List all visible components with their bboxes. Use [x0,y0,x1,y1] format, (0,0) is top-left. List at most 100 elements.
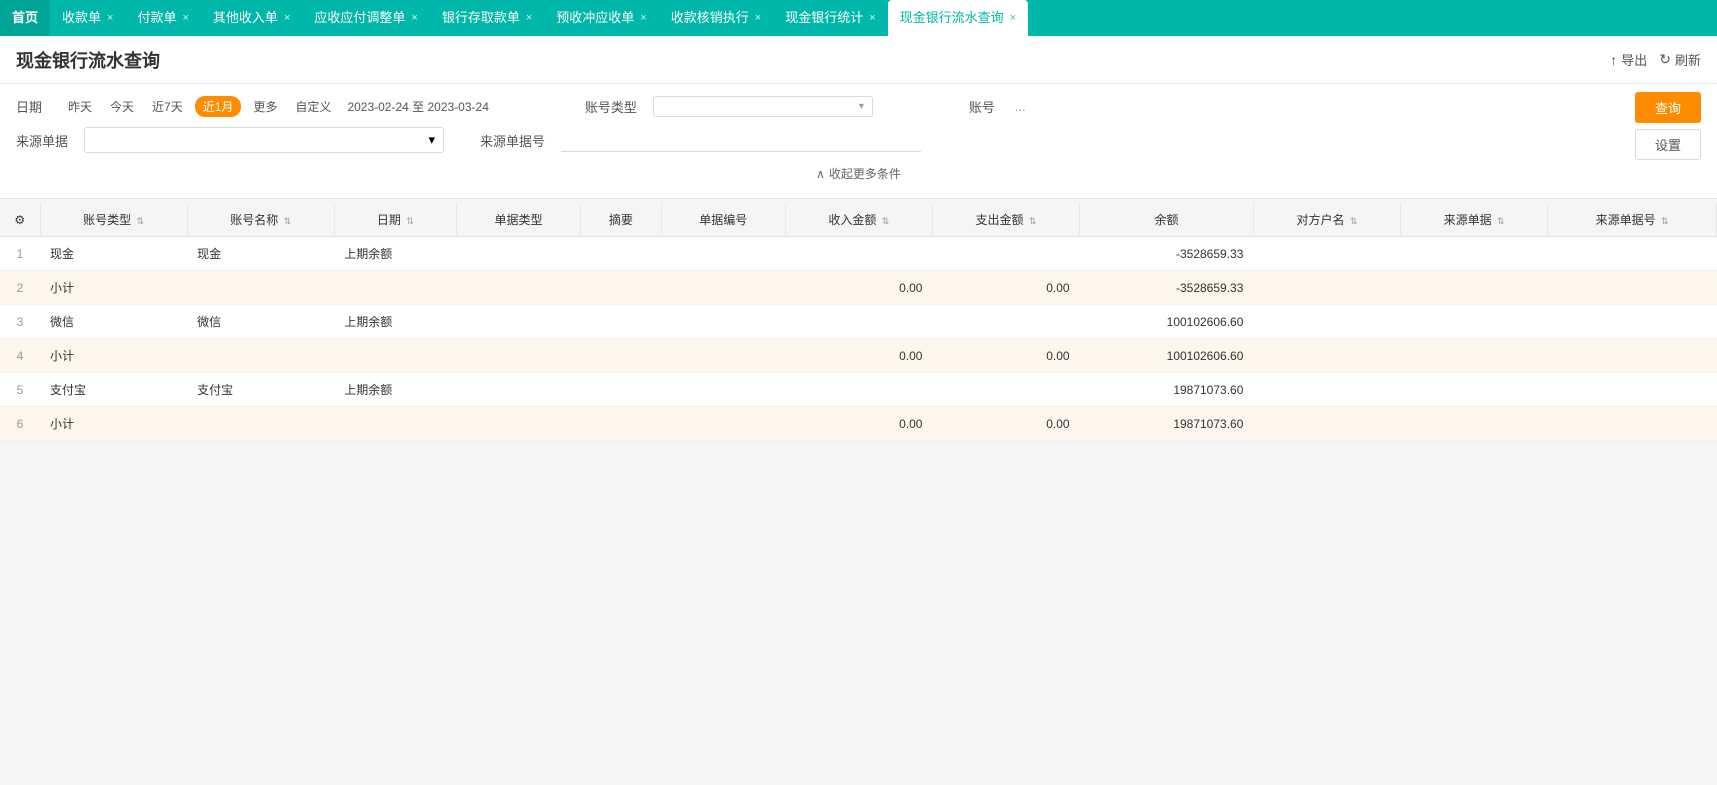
nav-bank-deposit[interactable]: 银行存取款单 × [430,0,544,36]
nav-other-income[interactable]: 其他收入单 × [201,0,302,36]
row-index: 6 [0,407,40,441]
source-doc-cell [1401,339,1548,373]
collapse-button[interactable]: ∧ 收起更多条件 [800,161,917,186]
table-row: 5支付宝支付宝上期余额19871073.60 [0,373,1717,407]
nav-bar: 首页 收款单 × 付款单 × 其他收入单 × 应收应付调整单 × 银行存取款单 … [0,0,1717,36]
summary-cell [580,237,661,271]
row-index: 2 [0,271,40,305]
nav-cash-flow[interactable]: 现金银行流水查询 × [888,0,1028,36]
nav-writeoff[interactable]: 收款核销执行 × [659,0,773,36]
date-cell [334,407,456,441]
col-gear[interactable]: ⚙ [0,203,40,237]
account-name-cell [187,339,334,373]
nav-home[interactable]: 首页 [0,0,50,36]
col-expense[interactable]: 支出金额 ⇅ [932,203,1079,237]
date-options: 昨天 今天 近7天 近1月 更多 自定义 2023-02-24 至 2023-0… [62,96,489,117]
summary-cell [580,271,661,305]
balance-cell: -3528659.33 [1080,237,1254,271]
counterparty-cell [1253,305,1400,339]
sort-icon: ⇅ [406,216,414,226]
source-doc-cell [1401,271,1548,305]
summary-cell [580,407,661,441]
col-source-doc[interactable]: 来源单据 ⇅ [1401,203,1548,237]
balance-cell: 19871073.60 [1080,407,1254,441]
col-income[interactable]: 收入金额 ⇅ [785,203,932,237]
expense-cell: 0.00 [932,407,1079,441]
close-icon[interactable]: × [869,0,875,36]
counterparty-cell [1253,407,1400,441]
sort-icon: ⇅ [136,216,144,226]
filter-row-2: 来源单据 ▾ 来源单据号 [16,127,1701,153]
income-cell [785,373,932,407]
account-more[interactable]: ... [1015,99,1026,114]
close-icon[interactable]: × [411,0,417,36]
nav-payment[interactable]: 付款单 × [125,0,200,36]
date-7days[interactable]: 近7天 [146,96,189,117]
col-date[interactable]: 日期 ⇅ [334,203,456,237]
header-actions: ↑ 导出 ↻ 刷新 [1610,50,1701,69]
close-icon[interactable]: × [640,0,646,36]
source-doc-select[interactable]: ▾ [84,127,444,153]
export-button[interactable]: ↑ 导出 [1610,50,1647,69]
table-row: 3微信微信上期余额100102606.60 [0,305,1717,339]
page-title: 现金银行流水查询 [16,47,160,73]
source-doc-cell [1401,237,1548,271]
table-row: 2小计0.000.00-3528659.33 [0,271,1717,305]
close-icon[interactable]: × [182,0,188,36]
col-doc-type: 单据类型 [456,203,580,237]
date-label: 日期 [16,97,46,116]
date-custom[interactable]: 自定义 [289,96,337,117]
date-today[interactable]: 今天 [104,96,140,117]
doc-type-cell [456,407,580,441]
col-account-type[interactable]: 账号类型 ⇅ [40,203,187,237]
date-more[interactable]: 更多 [247,96,283,117]
close-icon[interactable]: × [755,0,761,36]
col-counterparty[interactable]: 对方户名 ⇅ [1253,203,1400,237]
account-name-cell: 现金 [187,237,334,271]
col-source-doc-no[interactable]: 来源单据号 ⇅ [1548,203,1717,237]
account-label: 账号 [969,97,999,116]
account-name-cell: 微信 [187,305,334,339]
date-1month[interactable]: 近1月 [195,96,242,117]
doc-type-cell [456,339,580,373]
account-type-select[interactable]: ▾ [653,96,873,117]
row-index: 1 [0,237,40,271]
settings-button[interactable]: 设置 [1635,129,1701,160]
income-cell: 0.00 [785,271,932,305]
account-type-cell: 微信 [40,305,187,339]
counterparty-cell [1253,373,1400,407]
close-icon[interactable]: × [526,0,532,36]
filter-area: 日期 昨天 今天 近7天 近1月 更多 自定义 2023-02-24 至 202… [0,84,1717,199]
table-container: ⚙ 账号类型 ⇅ 账号名称 ⇅ 日期 ⇅ 单据类型 摘要 [0,203,1717,441]
collapse-bar: ∧ 收起更多条件 [16,161,1701,186]
nav-cash-stats[interactable]: 现金银行统计 × [773,0,887,36]
source-doc-no-cell [1548,407,1717,441]
source-doc-no-input[interactable] [561,129,921,152]
nav-ar-ap-adjust[interactable]: 应收应付调整单 × [302,0,429,36]
balance-cell: 100102606.60 [1080,339,1254,373]
col-account-name[interactable]: 账号名称 ⇅ [187,203,334,237]
nav-prepay-offset[interactable]: 预收冲应收单 × [544,0,658,36]
account-type-cell: 现金 [40,237,187,271]
summary-cell [580,373,661,407]
doc-type-cell [456,271,580,305]
doc-no-cell [661,407,785,441]
refresh-button[interactable]: ↻ 刷新 [1659,50,1701,69]
income-cell: 0.00 [785,339,932,373]
table-row: 1现金现金上期余额-3528659.33 [0,237,1717,271]
account-type-cell: 支付宝 [40,373,187,407]
counterparty-cell [1253,237,1400,271]
close-icon[interactable]: × [284,0,290,36]
date-cell: 上期余额 [334,305,456,339]
date-yesterday[interactable]: 昨天 [62,96,98,117]
nav-receipt[interactable]: 收款单 × [50,0,125,36]
close-icon[interactable]: × [1010,0,1016,36]
close-icon[interactable]: × [107,0,113,36]
doc-type-cell [456,305,580,339]
account-type-cell: 小计 [40,271,187,305]
account-type-cell: 小计 [40,339,187,373]
export-icon: ↑ [1610,52,1617,68]
col-doc-no: 单据编号 [661,203,785,237]
account-type-cell: 小计 [40,407,187,441]
query-button[interactable]: 查询 [1635,92,1701,123]
